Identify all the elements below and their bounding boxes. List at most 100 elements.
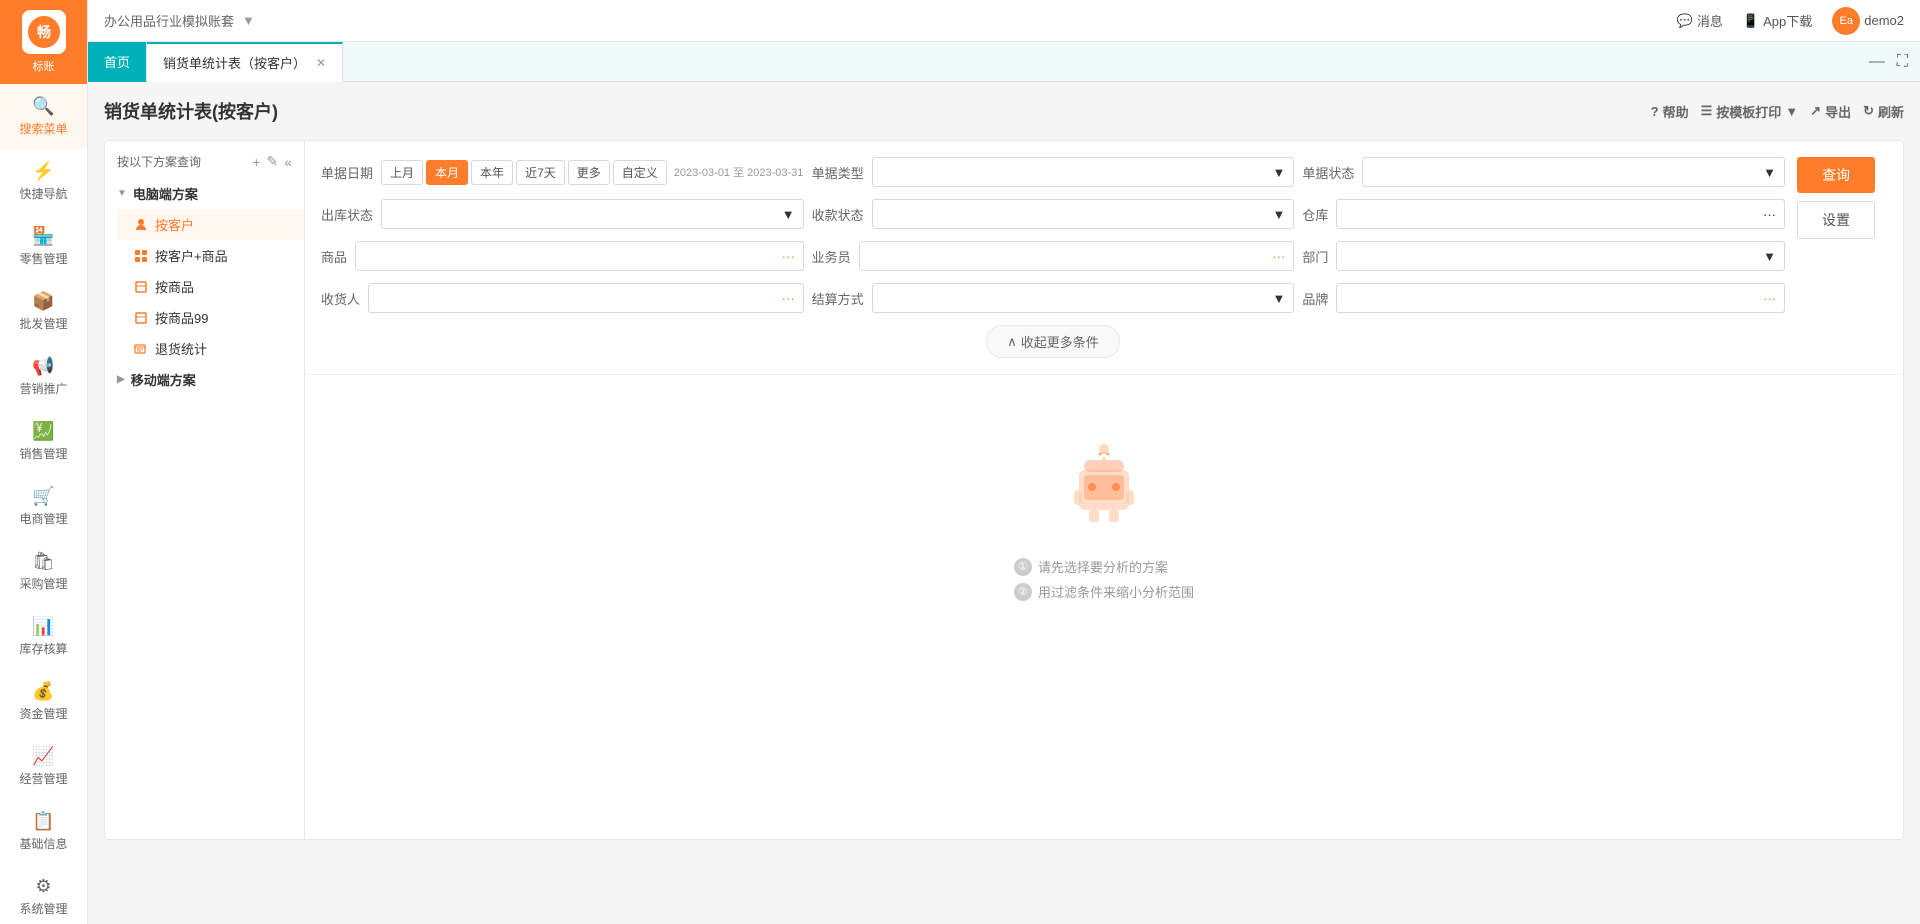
sidebar-item-marketing-label: 营销推广	[19, 380, 67, 397]
date-last-month-btn[interactable]: 上月	[381, 160, 423, 185]
sidebar-item-inventory[interactable]: 📊 库存核算	[0, 604, 87, 669]
sidebar-item-finance[interactable]: 💰 资金管理	[0, 669, 87, 734]
brand-label: 品牌	[1302, 289, 1328, 308]
consignee-label: 收货人	[321, 289, 360, 308]
tab-sales-stats-label: 销货单统计表（按客户）	[163, 53, 306, 72]
sidebar-item-search-label: 搜索菜单	[19, 120, 67, 137]
refresh-button[interactable]: ↻ 刷新	[1863, 102, 1904, 121]
filter-row-2: 出库状态 ▼ 收款状态	[321, 199, 1785, 229]
settle-method-select[interactable]: ▼	[872, 283, 1295, 313]
ecommerce-icon: 🛒	[32, 486, 54, 507]
bill-type-dropdown-icon: ▼	[1272, 165, 1285, 180]
header-left: 办公用品行业模拟账套 ▼	[104, 11, 255, 30]
collapse-panel-button[interactable]: «	[284, 154, 292, 170]
page-title-actions: ? 帮助 ☰ 按模板打印 ▼ ↗ 导出 ↻ 刷新	[1651, 102, 1904, 121]
filter-warehouse-item: 仓库 ···	[1302, 199, 1785, 229]
edit-scheme-button[interactable]: ✎	[266, 153, 278, 170]
tab-sales-stats[interactable]: 销货单统计表（按客户） ✕	[147, 42, 343, 82]
scheme-item-by-customer[interactable]: 按客户	[117, 209, 304, 240]
warehouse-select[interactable]: ···	[1336, 199, 1785, 229]
export-button[interactable]: ↗ 导出	[1810, 102, 1851, 121]
help-button[interactable]: ? 帮助	[1651, 102, 1689, 121]
sidebar-item-wholesale[interactable]: 📦 批发管理	[0, 279, 87, 344]
department-select[interactable]: ▼	[1336, 241, 1785, 271]
receive-status-select[interactable]: ▼	[872, 199, 1295, 229]
chevron-down-icon: ▼	[117, 188, 127, 199]
product-label: 商品	[321, 247, 347, 266]
consignee-more: ···	[782, 291, 795, 306]
bill-type-select[interactable]: ▼	[872, 157, 1295, 187]
scheme-group-mobile-header[interactable]: ▶ 移动端方案	[105, 364, 304, 395]
sidebar-item-marketing[interactable]: 📢 营销推广	[0, 344, 87, 409]
setting-button[interactable]: 设置	[1797, 201, 1875, 239]
inventory-icon: 📊	[32, 616, 54, 637]
sidebar-item-retail[interactable]: 🏪 零售管理	[0, 214, 87, 279]
sidebar-item-operations[interactable]: 📈 经营管理	[0, 734, 87, 799]
tab-maximize-button[interactable]: ⛶	[1897, 53, 1908, 71]
date-this-month-btn[interactable]: 本月	[426, 160, 468, 185]
logo-area[interactable]: 畅 标账	[0, 0, 87, 84]
query-button[interactable]: 查询	[1797, 157, 1875, 193]
chevron-right-icon: ▶	[117, 374, 125, 385]
header-dropdown-icon[interactable]: ▼	[242, 13, 255, 28]
scheme-item-return-stats[interactable]: 退货统计	[117, 333, 304, 364]
scheme-group-desktop-header[interactable]: ▼ 电脑端方案	[105, 178, 304, 209]
sidebar-item-quick-nav-label: 快捷导航	[19, 185, 67, 202]
sidebar-item-basic-info-label: 基础信息	[19, 835, 67, 852]
filter-row-4: 收货人 ··· 结算方式	[321, 283, 1785, 313]
sidebar-item-basic-info[interactable]: 📋 基础信息	[0, 799, 87, 864]
right-area: 单据日期 上月 本月 本年 近7天 更多 自定义 2023-03-01 至 20…	[305, 141, 1903, 839]
logo-icon: 畅	[22, 10, 66, 54]
consignee-select[interactable]: ···	[368, 283, 804, 313]
sidebar-item-ecommerce[interactable]: 🛒 电商管理	[0, 474, 87, 539]
warehouse-label: 仓库	[1302, 205, 1328, 224]
quick-nav-icon: ⚡	[32, 161, 54, 182]
header-right: 💬 消息 📱 App下载 Ea demo2	[1677, 7, 1904, 35]
tab-minimize-button[interactable]: —	[1869, 53, 1885, 71]
date-more-btn[interactable]: 更多	[568, 160, 610, 185]
tab-close-icon[interactable]: ✕	[316, 56, 326, 70]
empty-tips: ① 请先选择要分析的方案 ② 用过滤条件来缩小分析范围	[1014, 551, 1194, 607]
page-title-row: 销货单统计表(按客户) ? 帮助 ☰ 按模板打印 ▼ ↗ 导出 ↻ 刷新	[104, 98, 1904, 124]
message-button[interactable]: 💬 消息	[1677, 11, 1723, 30]
scheme-item-by-product[interactable]: 按商品	[117, 271, 304, 302]
collapse-button[interactable]: ∧ 收起更多条件	[986, 325, 1120, 358]
salesperson-select[interactable]: ···	[859, 241, 1295, 271]
sidebar-item-system[interactable]: ⚙ 系统管理	[0, 864, 87, 924]
empty-state: ① 请先选择要分析的方案 ② 用过滤条件来缩小分析范围	[305, 375, 1903, 667]
print-button[interactable]: ☰ 按模板打印 ▼	[1701, 102, 1799, 121]
download-icon: 📱	[1743, 13, 1759, 29]
help-icon: ?	[1651, 104, 1659, 119]
app-download-button[interactable]: 📱 App下载	[1743, 11, 1812, 30]
product-icon	[133, 279, 149, 295]
scheme-item-by-customer-product[interactable]: 按客户+商品	[117, 240, 304, 271]
sidebar-item-sales-mgmt[interactable]: 💹 销售管理	[0, 409, 87, 474]
date-custom-btn[interactable]: 自定义	[613, 160, 667, 185]
filter-receive-status-item: 收款状态 ▼	[812, 199, 1295, 229]
brand-select[interactable]: ···	[1336, 283, 1785, 313]
scheme-item-return-stats-label: 退货统计	[155, 339, 207, 358]
sidebar-item-search[interactable]: 🔍 搜索菜单	[0, 84, 87, 149]
content-area: 按以下方案查询 + ✎ « ▼ 电脑端方案	[104, 140, 1904, 840]
out-status-select[interactable]: ▼	[381, 199, 804, 229]
date-this-year-btn[interactable]: 本年	[471, 160, 513, 185]
sidebar-item-quick-nav[interactable]: ⚡ 快捷导航	[0, 149, 87, 214]
export-label: 导出	[1825, 102, 1851, 121]
empty-tip-1-text: 请先选择要分析的方案	[1038, 557, 1168, 576]
product99-icon	[133, 310, 149, 326]
scheme-item-by-product99[interactable]: 按商品99	[117, 302, 304, 333]
scheme-item-by-product99-label: 按商品99	[155, 308, 208, 327]
collapse-row: ∧ 收起更多条件	[321, 325, 1785, 358]
scheme-group-desktop-label: 电脑端方案	[133, 184, 198, 203]
bill-status-select[interactable]: ▼	[1362, 157, 1785, 187]
product-more: ···	[782, 249, 795, 264]
product-select[interactable]: ···	[355, 241, 804, 271]
tab-home[interactable]: 首页	[88, 42, 147, 82]
user-info[interactable]: Ea demo2	[1832, 7, 1904, 35]
date-last-7-btn[interactable]: 近7天	[516, 160, 565, 185]
add-scheme-button[interactable]: +	[252, 154, 260, 170]
print-dropdown-icon: ▼	[1785, 104, 1798, 119]
sidebar-item-purchase[interactable]: 🛍 采购管理	[0, 539, 87, 604]
app-download-label: App下载	[1763, 11, 1812, 30]
out-status-label: 出库状态	[321, 205, 373, 224]
